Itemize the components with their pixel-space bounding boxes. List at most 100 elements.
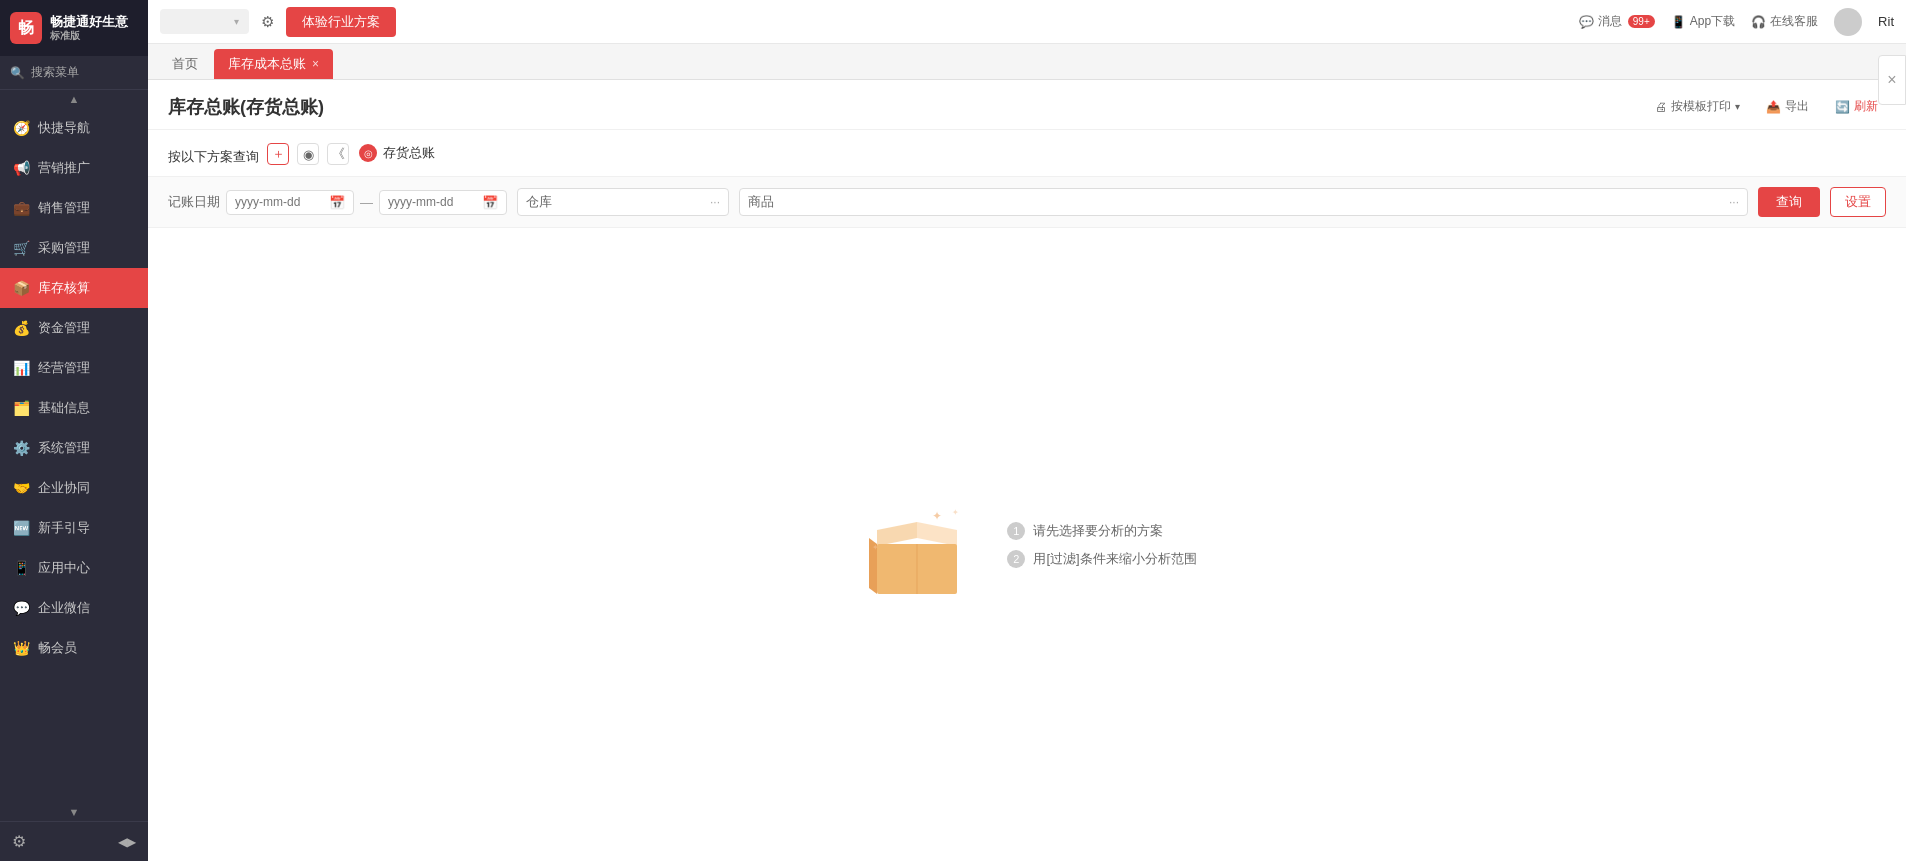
nav-icon-sales: 💼	[12, 199, 30, 217]
print-label: 按模板打印	[1671, 98, 1731, 115]
goods-input[interactable]	[778, 195, 1725, 209]
tab-close-icon[interactable]: ×	[312, 57, 319, 71]
settings-btn[interactable]: 设置	[1830, 187, 1886, 217]
goods-field[interactable]: 商品 ···	[739, 188, 1748, 216]
topbar: ▾ ⚙ 体验行业方案 💬 消息 99+ 📱 App下载 🎧 在线客服 Rit	[148, 0, 1906, 44]
goods-label: 商品	[748, 193, 774, 211]
nav-label-quick-nav: 快捷导航	[38, 119, 90, 137]
filter-add-btn[interactable]: ＋	[267, 143, 289, 165]
tip-item-2: 2 用[过滤]条件来缩小分析范围	[1007, 550, 1196, 568]
tip-text-1: 请先选择要分析的方案	[1033, 522, 1163, 540]
nav-label-wechat: 企业微信	[38, 599, 90, 617]
sidebar-item-cooperation[interactable]: 🤝 企业协同	[0, 468, 148, 508]
filter-collapse-btn[interactable]: 《	[327, 143, 349, 165]
sidebar-item-purchase[interactable]: 🛒 采购管理	[0, 228, 148, 268]
sidebar-item-basic-info[interactable]: 🗂️ 基础信息	[0, 388, 148, 428]
nav-label-cooperation: 企业协同	[38, 479, 90, 497]
content-area: 库存总账(存货总账) 🖨 按模板打印 ▾ 📤 导出 🔄 刷新	[148, 80, 1906, 861]
date-end-input[interactable]: 📅	[379, 190, 507, 215]
nav-label-finance: 资金管理	[38, 319, 90, 337]
goods-more-icon[interactable]: ···	[1729, 195, 1739, 209]
sidebar-footer: ⚙ ◀▶	[0, 821, 148, 861]
nav-icon-app-center: 📱	[12, 559, 30, 577]
svg-text:✦: ✦	[872, 543, 879, 552]
sidebar-item-member[interactable]: 👑 畅会员	[0, 628, 148, 668]
schema-item-label: 存货总账	[383, 144, 435, 162]
nav-label-operation: 经营管理	[38, 359, 90, 377]
sidebar-item-guide[interactable]: 🆕 新手引导	[0, 508, 148, 548]
online-service-btn[interactable]: 🎧 在线客服	[1751, 13, 1818, 30]
tab-home-label: 首页	[172, 55, 198, 73]
app-download-label: App下载	[1690, 13, 1735, 30]
sidebar-nav: 🧭 快捷导航 📢 营销推广 💼 销售管理 🛒 采购管理 📦 库存核算 💰 资金管…	[0, 108, 148, 803]
sidebar-item-quick-nav[interactable]: 🧭 快捷导航	[0, 108, 148, 148]
tip-num-1: 1	[1007, 522, 1025, 540]
topbar-gear-icon[interactable]: ⚙	[257, 9, 278, 35]
sidebar-search-label: 搜索菜单	[31, 64, 79, 81]
print-template-btn[interactable]: 🖨 按模板打印 ▾	[1647, 94, 1748, 119]
topbar-left: ▾ ⚙ 体验行业方案	[160, 7, 1579, 37]
empty-state: ✦ ✦ ✦ 1 请先选择要分析的方案 2 用[过滤]条件来缩小分析范围	[148, 228, 1906, 861]
phone-icon: 📱	[1671, 15, 1686, 29]
nav-icon-wechat: 💬	[12, 599, 30, 617]
sidebar-item-inventory[interactable]: 📦 库存核算	[0, 268, 148, 308]
filter-schema-btn[interactable]: ◉	[297, 143, 319, 165]
date-end-text[interactable]	[388, 195, 478, 209]
main-area: ▾ ⚙ 体验行业方案 💬 消息 99+ 📱 App下载 🎧 在线客服 Rit	[148, 0, 1906, 861]
tab-inventory-ledger[interactable]: 库存成本总账 ×	[214, 49, 333, 79]
sidebar-scroll-down[interactable]: ▼	[0, 803, 148, 821]
tip-item-1: 1 请先选择要分析的方案	[1007, 522, 1196, 540]
empty-tips: 1 请先选择要分析的方案 2 用[过滤]条件来缩小分析范围	[1007, 522, 1196, 568]
nav-icon-member: 👑	[12, 639, 30, 657]
message-icon: 💬	[1579, 15, 1594, 29]
sidebar-scroll-up[interactable]: ▲	[0, 90, 148, 108]
tab-home[interactable]: 首页	[158, 49, 212, 79]
calendar-end-icon[interactable]: 📅	[482, 195, 498, 210]
export-btn[interactable]: 📤 导出	[1758, 94, 1817, 119]
nav-icon-purchase: 🛒	[12, 239, 30, 257]
nav-icon-operation: 📊	[12, 359, 30, 377]
sidebar-item-system[interactable]: ⚙️ 系统管理	[0, 428, 148, 468]
schema-item[interactable]: ◎ 存货总账	[359, 140, 443, 166]
sidebar-item-wechat[interactable]: 💬 企业微信	[0, 588, 148, 628]
nav-icon-quick-nav: 🧭	[12, 119, 30, 137]
date-start-input[interactable]: 📅	[226, 190, 354, 215]
nav-label-inventory: 库存核算	[38, 279, 90, 297]
nav-label-system: 系统管理	[38, 439, 90, 457]
filter-label: 按以下方案查询	[168, 142, 259, 166]
query-btn[interactable]: 查询	[1758, 187, 1820, 217]
sidebar-item-finance[interactable]: 💰 资金管理	[0, 308, 148, 348]
sidebar-item-operation[interactable]: 📊 经营管理	[0, 348, 148, 388]
calendar-start-icon[interactable]: 📅	[329, 195, 345, 210]
sidebar-item-app-center[interactable]: 📱 应用中心	[0, 548, 148, 588]
sidebar-header: 畅 畅捷通好生意 标准版	[0, 0, 148, 56]
sidebar: 畅 畅捷通好生意 标准版 🔍 搜索菜单 ▲ 🧭 快捷导航 📢 营销推广 💼 销售…	[0, 0, 148, 861]
message-btn[interactable]: 💬 消息 99+	[1579, 13, 1655, 30]
collapse-icon[interactable]: ◀▶	[118, 835, 136, 849]
sidebar-search[interactable]: 🔍 搜索菜单	[0, 56, 148, 90]
app-download-btn[interactable]: 📱 App下载	[1671, 13, 1735, 30]
date-field: 记账日期 📅 — 📅	[168, 190, 507, 215]
user-avatar[interactable]	[1834, 8, 1862, 36]
topbar-breadcrumb[interactable]: ▾	[160, 9, 249, 34]
nav-label-purchase: 采购管理	[38, 239, 90, 257]
right-panel-close-btn[interactable]: ×	[1878, 55, 1906, 105]
print-icon: 🖨	[1655, 100, 1667, 114]
svg-marker-0	[877, 522, 917, 546]
industry-btn[interactable]: 体验行业方案	[286, 7, 396, 37]
sidebar-item-marketing[interactable]: 📢 营销推广	[0, 148, 148, 188]
message-badge: 99+	[1628, 15, 1655, 28]
nav-icon-system: ⚙️	[12, 439, 30, 457]
warehouse-field[interactable]: 仓库 ···	[517, 188, 729, 216]
sidebar-item-sales[interactable]: 💼 销售管理	[0, 188, 148, 228]
export-icon: 📤	[1766, 100, 1781, 114]
warehouse-input[interactable]	[556, 195, 706, 209]
page-title: 库存总账(存货总账)	[168, 95, 324, 119]
date-start-text[interactable]	[235, 195, 325, 209]
filter-header: 按以下方案查询 ＋ ◉ 《	[168, 140, 349, 166]
topbar-right: 💬 消息 99+ 📱 App下载 🎧 在线客服 Rit	[1579, 8, 1894, 36]
warehouse-more-icon[interactable]: ···	[710, 195, 720, 209]
settings-icon[interactable]: ⚙	[12, 832, 26, 851]
date-label: 记账日期	[168, 193, 220, 211]
nav-icon-finance: 💰	[12, 319, 30, 337]
